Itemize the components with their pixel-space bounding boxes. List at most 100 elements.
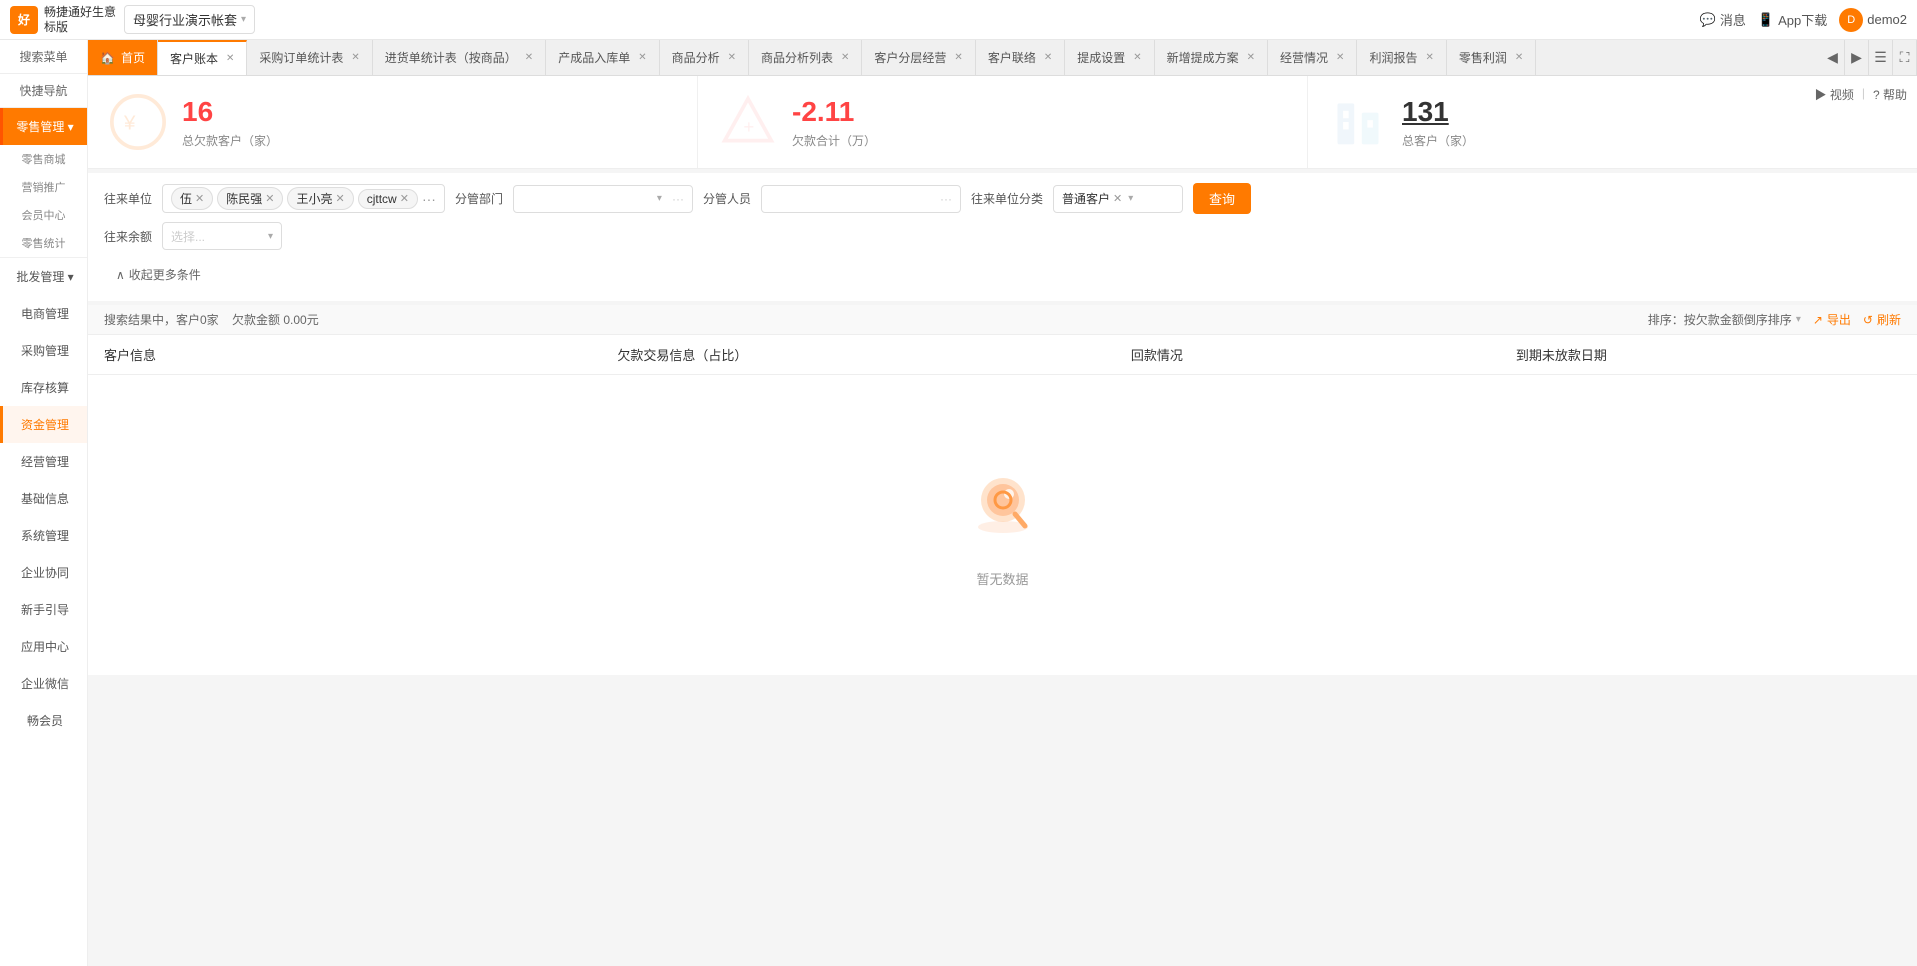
chevron-up-icon: ∧ <box>116 268 125 282</box>
tab-purchase-order-stats[interactable]: 采购订单统计表 ✕ <box>247 40 372 76</box>
sidebar-item-purchase[interactable]: 采购管理 <box>0 332 87 369</box>
export-button[interactable]: ↗ 导出 <box>1813 311 1851 328</box>
stat-label-debt: 欠款合计（万） <box>792 132 1287 149</box>
refresh-icon: ↺ <box>1863 313 1873 327</box>
refresh-button[interactable]: ↺ 刷新 <box>1863 311 1901 328</box>
sidebar-item-operations[interactable]: 经营管理 <box>0 443 87 480</box>
sort-button[interactable]: 排序：按欠款金额倒序排序 ▾ <box>1648 311 1801 328</box>
sidebar-sub-member[interactable]: 会员中心 <box>0 201 87 229</box>
tab-close-tip-settings[interactable]: ✕ <box>1133 52 1141 63</box>
logo-text: 畅捷通好生意 标版 <box>44 5 116 34</box>
sidebar-item-system[interactable]: 系统管理 <box>0 517 87 554</box>
dept-chevron-icon: ▾ <box>657 193 662 204</box>
filter-dept-select[interactable]: ▾ ··· <box>513 185 693 213</box>
sidebar-sub-marketing[interactable]: 营销推广 <box>0 173 87 201</box>
chevron-down-icon: ▾ <box>241 14 246 25</box>
tab-scroll-area: 客户账本 ✕ 采购订单统计表 ✕ 进货单统计表（按商品） ✕ 产成品入库单 ✕ … <box>158 40 1821 76</box>
filter-row-1: 往来单位 伍 ✕ 陈民强 ✕ 王小亮 ✕ <box>104 183 1901 214</box>
result-summary: 搜索结果中，客户0家 欠款金额 0.00元 <box>104 311 319 328</box>
sidebar-item-member-vip[interactable]: 畅会员 <box>0 702 87 739</box>
tab-operation-status[interactable]: 经营情况 ✕ <box>1268 40 1357 76</box>
tab-close-inventory-stats[interactable]: ✕ <box>525 52 533 63</box>
sidebar-item-basic-info[interactable]: 基础信息 <box>0 480 87 517</box>
tab-next-btn[interactable]: ▶ <box>1845 40 1869 76</box>
tab-home[interactable]: 🏠 首页 <box>88 40 158 76</box>
query-button[interactable]: 查询 <box>1193 183 1251 214</box>
filter-tag-wu: 伍 ✕ <box>171 187 213 210</box>
stat-value-debt: -2.11 <box>792 95 1287 129</box>
filter-more-btn[interactable]: ··· <box>422 191 436 207</box>
filter-tag-wang-close[interactable]: ✕ <box>336 192 345 205</box>
filter-tag-wu-close[interactable]: ✕ <box>195 192 204 205</box>
tab-product-analysis[interactable]: 商品分析 ✕ <box>660 40 749 76</box>
sidebar-sub-retail-mall[interactable]: 零售商城 <box>0 145 87 173</box>
tab-fullscreen-btn[interactable]: ⛶ <box>1893 40 1917 76</box>
tab-customer-book[interactable]: 客户账本 ✕ <box>158 40 247 76</box>
store-selector[interactable]: 母婴行业演示帐套 ▾ <box>124 5 255 34</box>
tab-close-purchase-order-stats[interactable]: ✕ <box>351 52 359 63</box>
sidebar-item-ecommerce[interactable]: 电商管理 <box>0 295 87 332</box>
sidebar-item-enterprise-wechat[interactable]: 企业微信 <box>0 665 87 702</box>
filter-balance-select[interactable]: 选择... ▾ <box>162 222 282 250</box>
sidebar-sub-retail-stats[interactable]: 零售统计 <box>0 229 87 257</box>
tab-menu-btn[interactable]: ☰ <box>1869 40 1893 76</box>
tab-inventory-stats[interactable]: 进货单统计表（按商品） ✕ <box>373 40 546 76</box>
stat-value-customers: 16 <box>182 95 677 129</box>
tab-cost-instock[interactable]: 产成品入库单 ✕ <box>546 40 659 76</box>
message-button[interactable]: 💬 消息 <box>1700 10 1746 29</box>
user-avatar[interactable]: D demo2 <box>1839 8 1907 32</box>
tab-close-product-analysis[interactable]: ✕ <box>728 52 736 63</box>
filter-tag-chen-close[interactable]: ✕ <box>265 192 274 205</box>
tab-close-new-tip-plan[interactable]: ✕ <box>1247 52 1255 63</box>
sidebar: 搜索菜单 快捷导航 零售管理 ▾ 零售商城 营销推广 会员中心 零售统计 批发管… <box>0 40 88 966</box>
table-header: 客户信息 欠款交易信息（占比） 回款情况 到期未放款日期 <box>88 335 1917 375</box>
video-btn[interactable]: ▶ 视频 <box>1814 86 1853 103</box>
filter-unit-class-close[interactable]: ✕ <box>1113 192 1122 205</box>
tab-tip-settings[interactable]: 提成设置 ✕ <box>1065 40 1154 76</box>
filter-tag-wang: 王小亮 ✕ <box>287 187 353 210</box>
sidebar-item-app-center[interactable]: 应用中心 <box>0 628 87 665</box>
filter-tag-chen: 陈民强 ✕ <box>217 187 283 210</box>
sidebar-item-retail-mgmt[interactable]: 零售管理 ▾ <box>0 108 87 145</box>
help-btn[interactable]: ? 帮助 <box>1873 86 1907 103</box>
filter-tag-cjttcw: cjttcw ✕ <box>358 189 418 209</box>
stat-icon-debt: + <box>718 92 778 152</box>
tab-new-tip-plan[interactable]: 新增提成方案 ✕ <box>1155 40 1268 76</box>
filter-tag-cjttcw-close[interactable]: ✕ <box>400 192 409 205</box>
filter-label-person: 分管人员 <box>703 190 751 207</box>
tab-close-profit-report[interactable]: ✕ <box>1425 52 1433 63</box>
unit-class-chevron-icon: ▾ <box>1128 193 1133 204</box>
filter-unit-class-select[interactable]: 普通客户 ✕ ▾ <box>1053 185 1183 213</box>
sidebar-item-inventory[interactable]: 库存核算 <box>0 369 87 406</box>
tab-close-product-analysis-list[interactable]: ✕ <box>841 52 849 63</box>
app-download-button[interactable]: 📱 App下载 <box>1758 10 1827 29</box>
tab-close-customer-segment[interactable]: ✕ <box>954 52 962 63</box>
tab-customer-contact[interactable]: 客户联络 ✕ <box>976 40 1065 76</box>
avatar: D <box>1839 8 1863 32</box>
filter-unit-tags[interactable]: 伍 ✕ 陈民强 ✕ 王小亮 ✕ cjttcw ✕ <box>162 184 445 213</box>
collapse-filters-btn[interactable]: ∧ 收起更多条件 <box>104 262 1901 287</box>
filter-person-select[interactable]: ··· <box>761 185 961 213</box>
tab-close-customer-book[interactable]: ✕ <box>226 53 234 64</box>
sidebar-item-enterprise-collab[interactable]: 企业协同 <box>0 554 87 591</box>
tab-close-cost-instock[interactable]: ✕ <box>638 52 646 63</box>
tab-close-operation-status[interactable]: ✕ <box>1336 52 1344 63</box>
stats-row: ¥ 16 总欠款客户（家） + <box>88 76 1917 169</box>
tab-prev-btn[interactable]: ◀ <box>1821 40 1845 76</box>
sidebar-quick-nav[interactable]: 快捷导航 <box>0 74 87 108</box>
tab-close-retail-profit[interactable]: ✕ <box>1515 52 1523 63</box>
tab-profit-report[interactable]: 利润报告 ✕ <box>1357 40 1446 76</box>
dept-more-icon: ··· <box>672 192 684 206</box>
sidebar-search[interactable]: 搜索菜单 <box>0 40 87 74</box>
sidebar-item-new-guide[interactable]: 新手引导 <box>0 591 87 628</box>
sort-chevron-icon: ▾ <box>1796 314 1801 325</box>
tab-close-customer-contact[interactable]: ✕ <box>1044 52 1052 63</box>
tab-customer-segment[interactable]: 客户分层经营 ✕ <box>862 40 975 76</box>
stat-card-debt: + -2.11 欠款合计（万） <box>698 76 1308 168</box>
sidebar-item-wholesale[interactable]: 批发管理 ▾ <box>0 258 87 295</box>
col-customer-info: 客户信息 <box>104 345 617 364</box>
sidebar-item-finance[interactable]: 资金管理 <box>0 406 87 443</box>
stat-card-total-customers: ¥ 16 总欠款客户（家） <box>88 76 698 168</box>
tab-product-analysis-list[interactable]: 商品分析列表 ✕ <box>749 40 862 76</box>
tab-retail-profit[interactable]: 零售利润 ✕ <box>1447 40 1536 76</box>
